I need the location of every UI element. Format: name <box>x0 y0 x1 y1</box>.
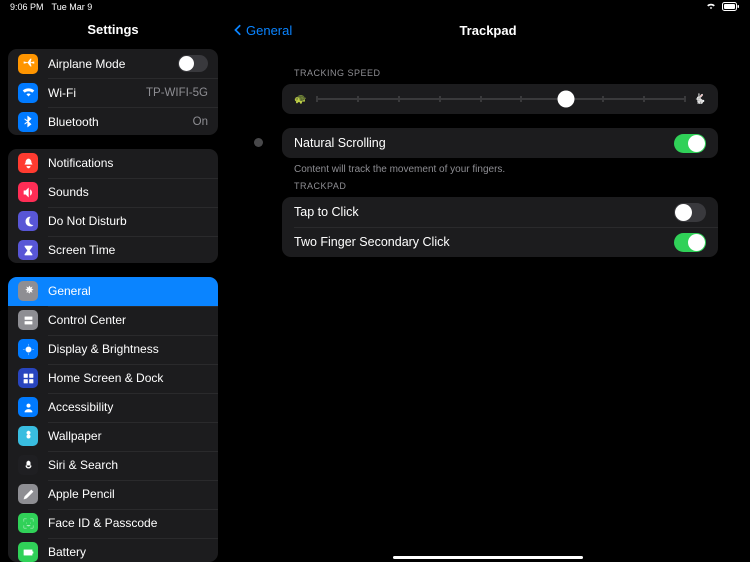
sidebar-item-accessibility[interactable]: Accessibility <box>8 393 218 422</box>
back-button[interactable]: General <box>232 23 292 38</box>
control-center-icon <box>18 310 38 330</box>
apple-pencil-icon <box>18 484 38 504</box>
wifi-icon <box>18 83 38 103</box>
sidebar-item-airplane-mode[interactable]: Airplane Mode <box>8 49 218 78</box>
section-trackpad: TRACKPAD <box>294 181 718 191</box>
sidebar-item-siri-search[interactable]: Siri & Search <box>8 451 218 480</box>
home-screen-dock-icon <box>18 368 38 388</box>
status-date: Tue Mar 9 <box>52 2 93 12</box>
sidebar-item-do-not-disturb[interactable]: Do Not Disturb <box>8 207 218 236</box>
faceid-passcode-icon <box>18 513 38 533</box>
sidebar-group-alerts: Notifications Sounds Do Not Disturb Screen … <box>8 149 218 263</box>
chevron-left-icon <box>232 23 244 37</box>
sidebar-item-label: Notifications <box>48 156 208 170</box>
sidebar-item-label: Face ID & Passcode <box>48 516 208 530</box>
display-brightness-icon <box>18 339 38 359</box>
natural-scrolling-label: Natural Scrolling <box>294 136 674 150</box>
airplane-mode-toggle[interactable] <box>178 55 208 72</box>
sidebar-item-bluetooth[interactable]: Bluetooth On <box>8 107 218 135</box>
sidebar-item-control-center[interactable]: Control Center <box>8 306 218 335</box>
two-finger-secondary-click-row[interactable]: Two Finger Secondary Click <box>282 227 718 257</box>
wallpaper-icon <box>18 426 38 446</box>
status-time: 9:06 PM <box>10 2 44 12</box>
sidebar-item-home-screen-dock[interactable]: Home Screen & Dock <box>8 364 218 393</box>
section-tracking-speed: TRACKING SPEED <box>294 68 718 78</box>
battery-icon <box>18 542 38 562</box>
airplane-mode-icon <box>18 54 38 74</box>
sidebar-item-label: Home Screen & Dock <box>48 371 208 385</box>
sidebar-item-wallpaper[interactable]: Wallpaper <box>8 422 218 451</box>
two-finger-secondary-click-label: Two Finger Secondary Click <box>294 235 674 249</box>
sidebar-item-label: Siri & Search <box>48 458 208 472</box>
home-indicator[interactable] <box>393 556 583 559</box>
sidebar-item-general[interactable]: General <box>8 277 218 306</box>
sidebar-item-label: Screen Time <box>48 243 208 257</box>
sounds-icon <box>18 182 38 202</box>
detail-title: Trackpad <box>459 23 516 38</box>
tap-to-click-switch[interactable] <box>674 203 706 222</box>
natural-scrolling-note: Content will track the movement of your … <box>294 164 718 175</box>
sidebar-item-battery[interactable]: Battery <box>8 538 218 562</box>
sidebar-item-label: General <box>48 284 208 298</box>
battery-status-icon <box>722 2 740 13</box>
sidebar-item-label: Do Not Disturb <box>48 214 208 228</box>
sidebar-item-label: Sounds <box>48 185 208 199</box>
tracking-speed-slider-panel: 🐢 🐇 <box>282 84 718 114</box>
sidebar-item-label: Battery <box>48 545 208 559</box>
natural-scrolling-panel: Natural Scrolling <box>282 128 718 158</box>
sidebar-group-general: General Control Center Display & Brightnes… <box>8 277 218 562</box>
sidebar-item-detail: On <box>193 116 208 128</box>
hare-icon: 🐇 <box>694 94 706 105</box>
sidebar-item-label: Apple Pencil <box>48 487 208 501</box>
detail-pane: General Trackpad TRACKING SPEED 🐢 🐇 Natu… <box>226 14 750 562</box>
tortoise-icon: 🐢 <box>294 94 306 105</box>
sidebar-item-label: Airplane Mode <box>48 57 168 71</box>
sidebar-item-display-brightness[interactable]: Display & Brightness <box>8 335 218 364</box>
sidebar-item-apple-pencil[interactable]: Apple Pencil <box>8 480 218 509</box>
sidebar-item-label: Wi-Fi <box>48 86 136 100</box>
accessibility-icon <box>18 397 38 417</box>
natural-scrolling-switch[interactable] <box>674 134 706 153</box>
sidebar-item-label: Bluetooth <box>48 115 183 129</box>
sidebar-item-sounds[interactable]: Sounds <box>8 178 218 207</box>
natural-scrolling-row[interactable]: Natural Scrolling <box>282 128 718 158</box>
settings-sidebar: Settings Airplane Mode Wi-Fi TP-WIFI-5G Blu… <box>0 14 226 562</box>
sidebar-title: Settings <box>0 14 226 49</box>
general-icon <box>18 281 38 301</box>
do-not-disturb-icon <box>18 211 38 231</box>
sidebar-item-wifi[interactable]: Wi-Fi TP-WIFI-5G <box>8 78 218 107</box>
notifications-icon <box>18 153 38 173</box>
detail-nav: General Trackpad <box>226 14 750 46</box>
wifi-status-icon <box>705 2 717 13</box>
sidebar-item-label: Display & Brightness <box>48 342 208 356</box>
tap-to-click-label: Tap to Click <box>294 205 674 219</box>
back-label: General <box>246 23 292 38</box>
two-finger-secondary-click-switch[interactable] <box>674 233 706 252</box>
sidebar-item-label: Control Center <box>48 313 208 327</box>
tracking-speed-thumb[interactable] <box>558 91 575 108</box>
sidebar-item-screen-time[interactable]: Screen Time <box>8 236 218 263</box>
sidebar-item-label: Accessibility <box>48 400 208 414</box>
sidebar-item-faceid-passcode[interactable]: Face ID & Passcode <box>8 509 218 538</box>
sidebar-group-connectivity: Airplane Mode Wi-Fi TP-WIFI-5G Bluetooth On <box>8 49 218 135</box>
trackpad-options-panel: Tap to Click Two Finger Secondary Click <box>282 197 718 257</box>
status-bar: 9:06 PM Tue Mar 9 <box>0 0 750 14</box>
sidebar-item-label: Wallpaper <box>48 429 208 443</box>
screen-time-icon <box>18 240 38 260</box>
siri-search-icon <box>18 455 38 475</box>
sidebar-item-detail: TP-WIFI-5G <box>146 87 208 99</box>
scroll-indicator-dot <box>254 138 263 147</box>
sidebar-item-notifications[interactable]: Notifications <box>8 149 218 178</box>
tap-to-click-row[interactable]: Tap to Click <box>282 197 718 227</box>
bluetooth-icon <box>18 112 38 132</box>
tracking-speed-slider[interactable] <box>316 98 683 100</box>
